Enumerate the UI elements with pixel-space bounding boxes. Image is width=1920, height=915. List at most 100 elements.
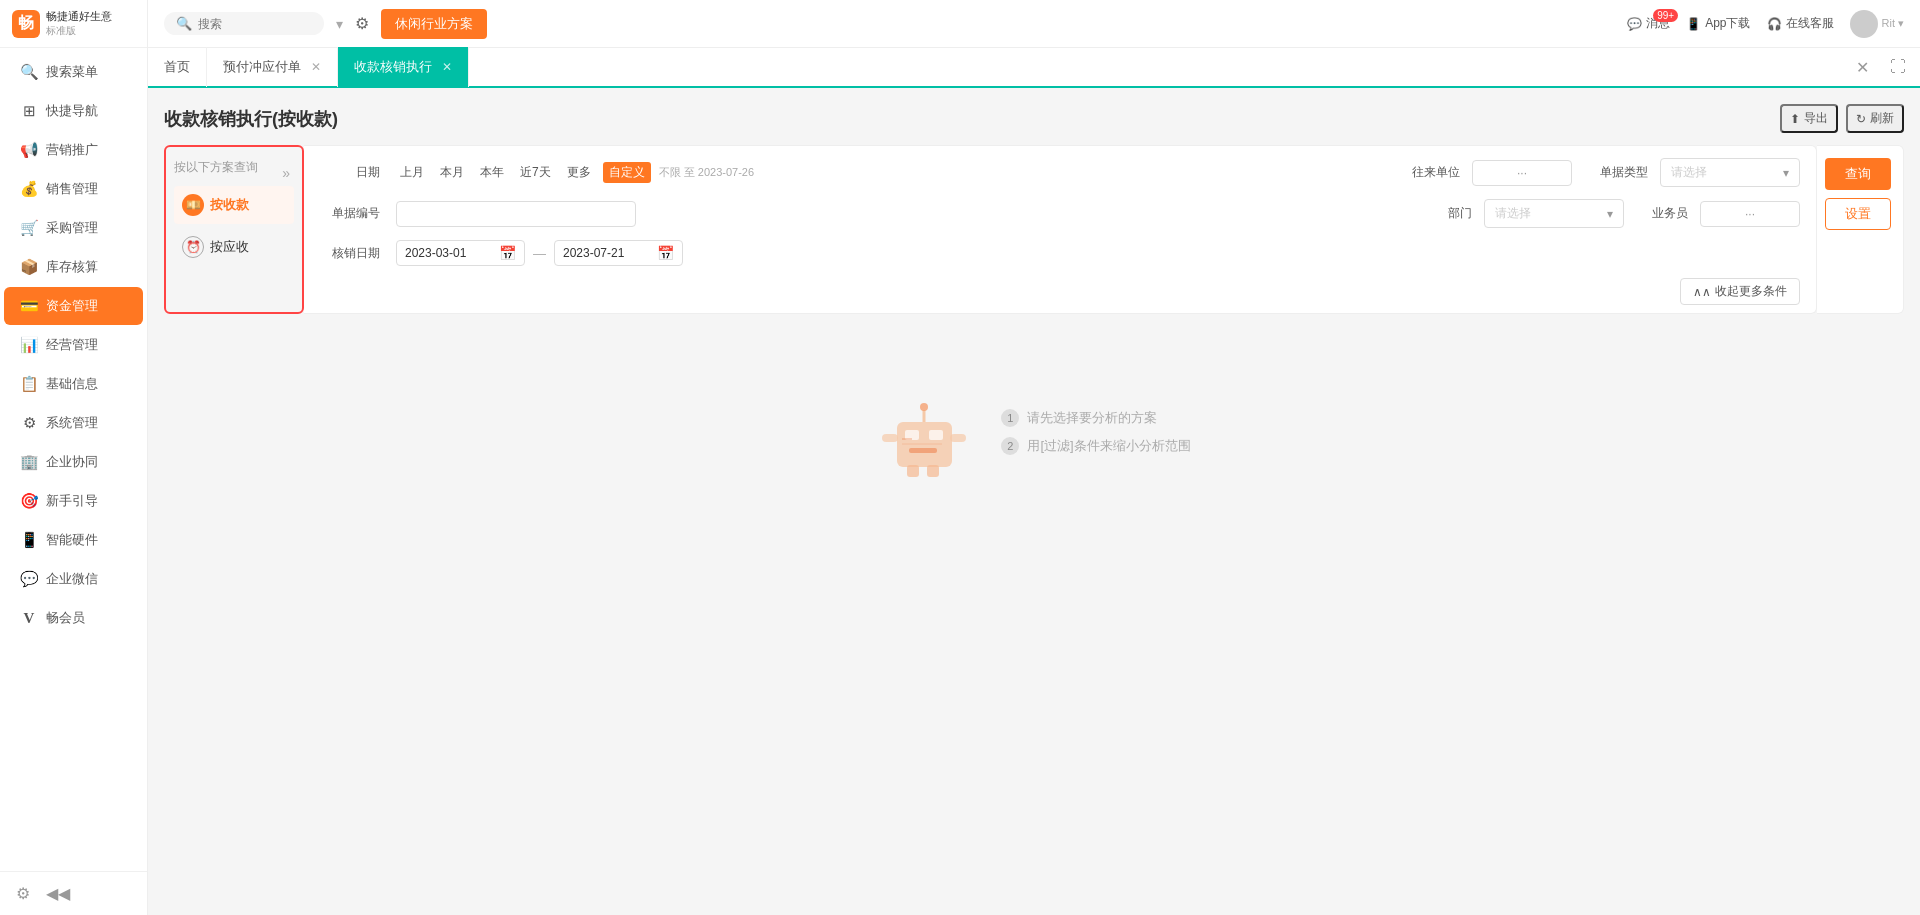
settings-footer-icon[interactable]: ⚙ bbox=[16, 884, 30, 903]
calendar-start-icon[interactable]: 📅 bbox=[499, 245, 516, 261]
salesperson-label: 业务员 bbox=[1652, 205, 1688, 222]
online-service-item[interactable]: 🎧 在线客服 bbox=[1767, 15, 1834, 32]
receipt-option-icon: 💴 bbox=[182, 194, 204, 216]
date-custom[interactable]: 自定义 bbox=[603, 162, 651, 183]
sidebar-item-hardware[interactable]: 📱 智能硬件 bbox=[4, 521, 143, 559]
close-tab-icon[interactable]: ✕ bbox=[1848, 53, 1876, 81]
date-this-month[interactable]: 本月 bbox=[436, 162, 468, 183]
collapse-more-button[interactable]: ∧∧ 收起更多条件 bbox=[1680, 278, 1800, 305]
tab-receipt-close[interactable]: ✕ bbox=[442, 60, 452, 74]
salesperson-input[interactable]: ··· bbox=[1700, 201, 1800, 227]
refresh-button[interactable]: ↻ 刷新 bbox=[1846, 104, 1904, 133]
svg-point-5 bbox=[920, 403, 928, 411]
sidebar-item-wechat[interactable]: 💬 企业微信 bbox=[4, 560, 143, 598]
app-name: 畅捷通好生意 bbox=[46, 9, 112, 23]
collapse-sidebar-icon[interactable]: ◀◀ bbox=[46, 884, 70, 903]
guide-icon: 🎯 bbox=[20, 492, 38, 510]
calendar-end-icon[interactable]: 📅 bbox=[657, 245, 674, 261]
filter-collapse-icon[interactable]: » bbox=[278, 161, 294, 185]
tab-bar-actions: ✕ ⛶ bbox=[1848, 53, 1920, 81]
svg-rect-2 bbox=[929, 430, 943, 440]
phone-icon: 📱 bbox=[1686, 17, 1701, 31]
sidebar-item-marketing[interactable]: 📢 营销推广 bbox=[4, 131, 143, 169]
date-last-month[interactable]: 上月 bbox=[396, 162, 428, 183]
svg-rect-3 bbox=[909, 448, 937, 453]
verify-date-range: 2023-03-01 📅 — 2023-07-21 📅 bbox=[396, 240, 683, 266]
refresh-icon: ↻ bbox=[1856, 112, 1866, 126]
filter-option-by-receipt[interactable]: 💴 按收款 bbox=[174, 186, 294, 224]
svg-rect-6 bbox=[882, 434, 898, 442]
topbar-settings-icon[interactable]: ⚙ bbox=[355, 14, 369, 33]
tab-prepay-close[interactable]: ✕ bbox=[311, 60, 321, 74]
sidebar-item-inventory[interactable]: 📦 库存核算 bbox=[4, 248, 143, 286]
finance-icon: 💳 bbox=[20, 297, 38, 315]
sidebar-item-member[interactable]: V 畅会员 bbox=[4, 599, 143, 637]
select-arrow-icon: ▾ bbox=[1783, 166, 1789, 180]
doc-number-label: 单据编号 bbox=[320, 205, 380, 222]
filter-row-2: 单据编号 部门 请选择 ▾ 业务员 ··· bbox=[320, 199, 1800, 228]
topbar-dropdown-icon[interactable]: ▾ bbox=[336, 16, 343, 32]
counterparty-input[interactable]: ··· bbox=[1472, 160, 1572, 186]
system-icon: ⚙ bbox=[20, 414, 38, 432]
verify-date-start-wrap[interactable]: 2023-03-01 📅 bbox=[396, 240, 525, 266]
settings-button[interactable]: 设置 bbox=[1825, 198, 1891, 230]
user-avatar[interactable]: Rit ▾ bbox=[1850, 10, 1905, 38]
enterprise-icon: 🏢 bbox=[20, 453, 38, 471]
headset-icon: 🎧 bbox=[1767, 17, 1782, 31]
search-input[interactable] bbox=[198, 17, 308, 31]
fullscreen-icon[interactable]: ⛶ bbox=[1884, 53, 1912, 81]
date-dash: — bbox=[533, 246, 546, 261]
date-more[interactable]: 更多 bbox=[563, 162, 595, 183]
tab-home[interactable]: 首页 bbox=[148, 47, 207, 87]
sales-icon: 💰 bbox=[20, 180, 38, 198]
sidebar-item-purchase[interactable]: 🛒 采购管理 bbox=[4, 209, 143, 247]
doc-number-input[interactable] bbox=[396, 201, 636, 227]
sidebar-item-sales[interactable]: 💰 销售管理 bbox=[4, 170, 143, 208]
step-1-num: 1 bbox=[1001, 409, 1019, 427]
message-item[interactable]: 💬 消息 99+ bbox=[1627, 15, 1670, 32]
message-icon: 💬 bbox=[1627, 17, 1642, 31]
verify-date-label: 核销日期 bbox=[320, 245, 380, 262]
app-download-item[interactable]: 📱 App下载 bbox=[1686, 15, 1750, 32]
topbar-search[interactable]: 🔍 bbox=[164, 12, 324, 35]
verify-date-end-wrap[interactable]: 2023-07-21 📅 bbox=[554, 240, 683, 266]
app-logo: 畅 畅捷通好生意 标准版 bbox=[0, 0, 147, 48]
export-icon: ⬆ bbox=[1790, 112, 1800, 126]
sidebar-item-enterprise[interactable]: 🏢 企业协同 bbox=[4, 443, 143, 481]
hardware-icon: 📱 bbox=[20, 531, 38, 549]
main-area: 🔍 ▾ ⚙ 休闲行业方案 💬 消息 99+ 📱 App下载 🎧 在线客服 Rit… bbox=[148, 0, 1920, 915]
export-button[interactable]: ⬆ 导出 bbox=[1780, 104, 1838, 133]
sidebar-item-search[interactable]: 🔍 搜索菜单 bbox=[4, 53, 143, 91]
tab-bar: 首页 预付冲应付单 ✕ 收款核销执行 ✕ ✕ ⛶ bbox=[148, 48, 1920, 88]
tab-receipt[interactable]: 收款核销执行 ✕ bbox=[338, 47, 469, 87]
business-icon: 📊 bbox=[20, 336, 38, 354]
sidebar-item-guide[interactable]: 🎯 新手引导 bbox=[4, 482, 143, 520]
avatar-image bbox=[1850, 10, 1878, 38]
empty-icon bbox=[877, 382, 977, 482]
sidebar-item-system[interactable]: ⚙ 系统管理 bbox=[4, 404, 143, 442]
sidebar: 畅 畅捷通好生意 标准版 🔍 搜索菜单 ⊞ 快捷导航 📢 营销推广 💰 销售管理… bbox=[0, 0, 148, 915]
verify-date-end-input[interactable]: 2023-07-21 bbox=[563, 246, 653, 260]
filter-option-by-receivable[interactable]: ⏰ 按应收 bbox=[174, 228, 294, 266]
svg-rect-7 bbox=[950, 434, 966, 442]
page-content: 收款核销执行(按收款) ⬆ 导出 ↻ 刷新 按以下方案查询 » bbox=[148, 88, 1920, 915]
svg-rect-8 bbox=[907, 465, 919, 477]
solution-button[interactable]: 休闲行业方案 bbox=[381, 9, 487, 39]
department-select[interactable]: 请选择 ▾ bbox=[1484, 199, 1624, 228]
sidebar-item-finance[interactable]: 💳 资金管理 bbox=[4, 287, 143, 325]
doc-type-label: 单据类型 bbox=[1600, 164, 1648, 181]
sidebar-item-business[interactable]: 📊 经营管理 bbox=[4, 326, 143, 364]
doc-type-select[interactable]: 请选择 ▾ bbox=[1660, 158, 1800, 187]
chevron-up-icon: ∧∧ bbox=[1693, 285, 1711, 299]
tab-prepay[interactable]: 预付冲应付单 ✕ bbox=[207, 47, 338, 87]
verify-date-start-input[interactable]: 2023-03-01 bbox=[405, 246, 495, 260]
date-7days[interactable]: 近7天 bbox=[516, 162, 555, 183]
logo-icon: 畅 bbox=[12, 10, 40, 38]
sidebar-item-quick-nav[interactable]: ⊞ 快捷导航 bbox=[4, 92, 143, 130]
date-this-year[interactable]: 本年 bbox=[476, 162, 508, 183]
filter-sidebar: 按以下方案查询 » 💴 按收款 ⏰ 按应收 bbox=[164, 145, 304, 314]
sidebar-item-basic-info[interactable]: 📋 基础信息 bbox=[4, 365, 143, 403]
dept-select-arrow-icon: ▾ bbox=[1607, 207, 1613, 221]
query-button[interactable]: 查询 bbox=[1825, 158, 1891, 190]
grid-icon: ⊞ bbox=[20, 102, 38, 120]
